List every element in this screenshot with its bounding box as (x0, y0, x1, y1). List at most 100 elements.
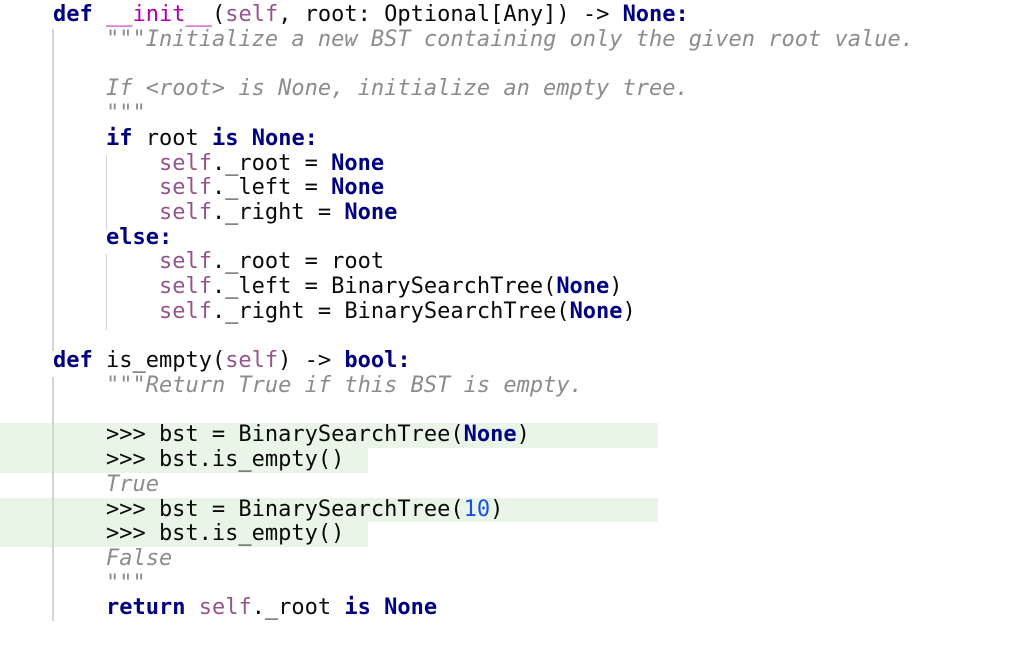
code-token: ) (490, 497, 503, 522)
code-token: None (384, 595, 437, 620)
code-line: """Initialize a new BST containing only … (0, 28, 1024, 53)
code-line: self._left = BinarySearchTree(None) (0, 275, 1024, 300)
code-line: """ (0, 102, 1024, 127)
code-token: Initialize a new BST containing only the… (146, 27, 914, 52)
code-token (371, 595, 384, 620)
code-token: """ (106, 373, 146, 398)
code-token: ._left = BinarySearchTree( (212, 274, 556, 299)
code-token: >>> bst = BinarySearchTree( (0, 497, 464, 522)
code-token: ._root = (212, 151, 331, 176)
code-token: self (159, 200, 212, 225)
code-token: return (106, 595, 185, 620)
code-line: self._right = None (0, 201, 1024, 226)
code-editor-view: def __init__(self, root: Optional[Any]) … (0, 0, 1024, 650)
code-line: >>> bst.is_empty() (0, 448, 1024, 473)
code-token: ( (212, 2, 225, 27)
code-token: None (570, 299, 623, 324)
code-token (0, 249, 159, 274)
code-line: False (0, 547, 1024, 572)
code-token: self (225, 348, 278, 373)
code-token: 10 (464, 497, 491, 522)
code-token: else: (106, 225, 172, 250)
code-token: None (331, 175, 384, 200)
code-token: None (556, 274, 609, 299)
code-line (0, 325, 1024, 350)
code-line (0, 53, 1024, 78)
code-token: """ (106, 571, 146, 596)
code-token: False (106, 546, 172, 571)
code-token: self (199, 595, 252, 620)
code-token: ._left = (212, 175, 331, 200)
code-token: self (159, 249, 212, 274)
code-token (0, 76, 106, 101)
code-token: >>> bst = BinarySearchTree( (0, 422, 464, 447)
code-token: >>> bst.is_empty() (0, 447, 344, 472)
code-token: ._root (252, 595, 345, 620)
code-token: ._right = (212, 200, 344, 225)
code-token (0, 101, 106, 126)
code-line: If <root> is None, initialize an empty t… (0, 77, 1024, 102)
code-token: ) (517, 422, 530, 447)
code-token: ) (609, 274, 622, 299)
code-token (0, 299, 159, 324)
code-line: return self._root is None (0, 596, 1024, 621)
code-token: None: (623, 2, 689, 27)
code-line: >>> bst = BinarySearchTree(None) (0, 423, 1024, 448)
code-line: self._root = None (0, 152, 1024, 177)
code-token: ._right = BinarySearchTree( (212, 299, 570, 324)
code-line: >>> bst = BinarySearchTree(10) (0, 498, 1024, 523)
code-token (0, 274, 159, 299)
code-line: self._right = BinarySearchTree(None) (0, 300, 1024, 325)
code-token: None: (252, 126, 318, 151)
code-token (0, 595, 106, 620)
code-token: is (344, 595, 371, 620)
code-token: self (159, 274, 212, 299)
code-token (0, 27, 106, 52)
code-token: __init__ (106, 2, 212, 27)
code-token (0, 472, 106, 497)
code-token: If <root> is None, initialize an empty t… (106, 76, 689, 101)
code-token: is (212, 126, 239, 151)
code-token (238, 126, 251, 151)
code-token: self (225, 2, 278, 27)
code-line: def is_empty(self) -> bool: (0, 349, 1024, 374)
code-line: self._root = root (0, 250, 1024, 275)
code-token (0, 225, 106, 250)
code-token: None (344, 200, 397, 225)
code-area[interactable]: def __init__(self, root: Optional[Any]) … (0, 3, 1024, 621)
code-token: self (159, 175, 212, 200)
code-token (0, 2, 53, 27)
code-token (93, 2, 106, 27)
code-token: ) -> (278, 348, 344, 373)
code-token: self (159, 151, 212, 176)
code-token: """ (106, 101, 146, 126)
code-token: True (106, 472, 159, 497)
code-token: bool: (344, 348, 410, 373)
code-token (0, 126, 106, 151)
code-token: self (159, 299, 212, 324)
code-line: >>> bst.is_empty() (0, 522, 1024, 547)
code-line: def __init__(self, root: Optional[Any]) … (0, 3, 1024, 28)
code-token (0, 175, 159, 200)
code-line: if root is None: (0, 127, 1024, 152)
code-token: def (53, 348, 93, 373)
code-token (0, 571, 106, 596)
code-token (0, 151, 159, 176)
code-line: else: (0, 226, 1024, 251)
code-token: ._root = root (212, 249, 384, 274)
code-token: , root: Optional[Any]) -> (278, 2, 622, 27)
code-line (0, 399, 1024, 424)
code-token: is_empty( (93, 348, 225, 373)
code-token: ) (623, 299, 636, 324)
code-token: None (464, 422, 517, 447)
code-line: """Return True if this BST is empty. (0, 374, 1024, 399)
code-token (0, 546, 106, 571)
code-token: None (331, 151, 384, 176)
code-token: root (132, 126, 211, 151)
code-token: >>> bst.is_empty() (0, 521, 344, 546)
code-token (185, 595, 198, 620)
code-token (0, 348, 53, 373)
code-token: """ (106, 27, 146, 52)
code-token: Return True if this BST is empty. (146, 373, 583, 398)
code-line: True (0, 473, 1024, 498)
